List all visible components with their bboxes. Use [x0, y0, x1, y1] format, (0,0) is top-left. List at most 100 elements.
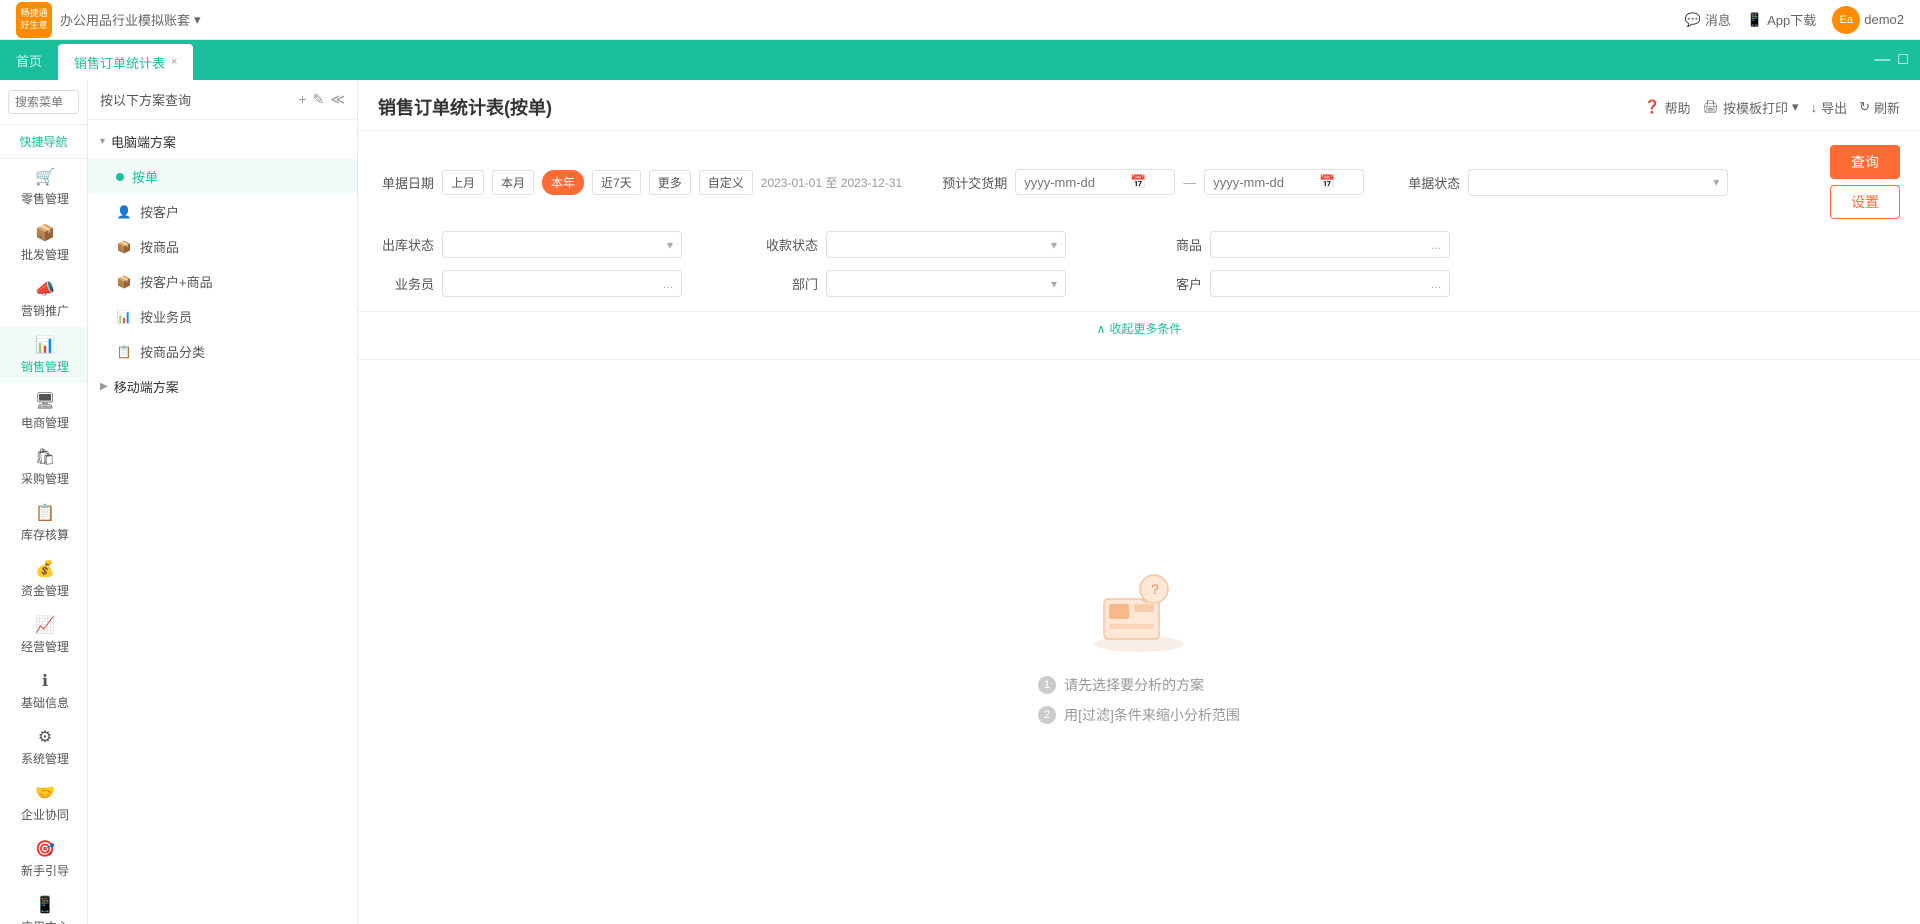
- search-input[interactable]: [8, 90, 79, 114]
- order-status-label: 单据状态: [1404, 173, 1460, 192]
- scheme-item-by-order[interactable]: 按单: [88, 159, 357, 194]
- goods-more[interactable]: ...: [1423, 238, 1449, 252]
- customer-group: 客户 ...: [1146, 270, 1450, 297]
- date-last7-btn[interactable]: 近7天: [592, 170, 641, 195]
- date-this-month-btn[interactable]: 本月: [492, 170, 534, 195]
- export-btn[interactable]: ↓ 导出: [1811, 98, 1848, 117]
- goods-input[interactable]: [1211, 232, 1423, 257]
- calendar-end-icon: 📅: [1319, 174, 1335, 190]
- filter-row-2: 出库状态 ▾ 收款状态 ▾ 商品: [378, 231, 1900, 258]
- sidebar-item-management[interactable]: 📈 经营管理: [0, 607, 87, 663]
- date-last-month-btn[interactable]: 上月: [442, 170, 484, 195]
- expected-date-start[interactable]: 📅: [1015, 169, 1175, 195]
- sidebar-item-basic[interactable]: ℹ 基础信息: [0, 663, 87, 719]
- date-custom-btn[interactable]: 自定义: [699, 170, 753, 195]
- sidebar-item-label: 应用中心: [21, 918, 69, 924]
- ship-status-dropdown[interactable]: ▾: [442, 231, 682, 258]
- finance-icon: 💰: [35, 559, 55, 579]
- filter-row-3: 业务员 ... 部门 ▾ 客户: [378, 270, 1900, 297]
- scheme-item-by-customer[interactable]: 👤 按客户: [88, 194, 357, 229]
- collapse-panel-icon[interactable]: ≪: [330, 91, 345, 108]
- scheme-label: 按单: [132, 167, 158, 186]
- salesman-input[interactable]: [443, 271, 655, 296]
- search-btn[interactable]: 查询: [1830, 145, 1900, 179]
- user-menu[interactable]: Ea demo2: [1832, 6, 1904, 34]
- tab-sales-order[interactable]: 销售订单统计表 ×: [58, 44, 193, 80]
- sidebar-item-collab[interactable]: 🤝 企业协同: [0, 775, 87, 831]
- sidebar-item-sales[interactable]: 📊 销售管理: [0, 327, 87, 383]
- tab-maximize-icon[interactable]: □: [1898, 51, 1908, 69]
- scheme-item-by-goods[interactable]: 📦 按商品: [88, 229, 357, 264]
- message-btn[interactable]: 💬 消息: [1685, 10, 1731, 29]
- app-logo: 畅捷通 好生意: [16, 2, 52, 38]
- sidebar-item-system[interactable]: ⚙ 系统管理: [0, 719, 87, 775]
- sidebar-item-label: 零售管理: [21, 190, 69, 207]
- sales-icon: 📊: [35, 335, 55, 355]
- sidebar-item-label: 营销推广: [21, 302, 69, 319]
- tab-minimize-icon[interactable]: —: [1874, 51, 1890, 69]
- customer-more[interactable]: ...: [1423, 277, 1449, 291]
- customer-dropdown[interactable]: ...: [1210, 270, 1450, 297]
- mobile-scheme-group-title[interactable]: ▶ 移动端方案: [88, 369, 357, 404]
- customer-input[interactable]: [1211, 271, 1423, 296]
- sidebar-item-guide[interactable]: 🎯 新手引导: [0, 831, 87, 887]
- sidebar-item-finance[interactable]: 💰 资金管理: [0, 551, 87, 607]
- scheme-item-by-salesman[interactable]: 📊 按业务员: [88, 299, 357, 334]
- date-range-text: 2023-01-01 至 2023-12-31: [761, 174, 902, 191]
- salesman-more[interactable]: ...: [655, 277, 681, 291]
- sidebar-item-label: 企业协同: [21, 806, 69, 823]
- order-status-input[interactable]: [1469, 170, 1705, 195]
- edit-scheme-icon[interactable]: ✎: [313, 91, 325, 108]
- salesman-dropdown[interactable]: ...: [442, 270, 682, 297]
- sidebar-item-appcenter[interactable]: 📱 应用中心: [0, 887, 87, 924]
- add-scheme-icon[interactable]: +: [298, 91, 306, 108]
- customer-label: 客户: [1146, 274, 1202, 293]
- expected-date-end-input[interactable]: [1213, 175, 1313, 190]
- sidebar-item-inventory[interactable]: 📋 库存核算: [0, 495, 87, 551]
- expected-date-end[interactable]: 📅: [1204, 169, 1364, 195]
- date-this-year-btn[interactable]: 本年: [542, 170, 584, 195]
- department-input[interactable]: [827, 271, 1043, 296]
- tab-home[interactable]: 首页: [0, 40, 58, 80]
- sidebar-item-ecommerce[interactable]: 🖥 电商管理: [0, 383, 87, 439]
- scheme-item-by-category[interactable]: 📋 按商品分类: [88, 334, 357, 369]
- sidebar-item-wholesale[interactable]: 📦 批发管理: [0, 215, 87, 271]
- date-more-btn[interactable]: 更多: [649, 170, 691, 195]
- tab-home-label: 首页: [16, 51, 42, 70]
- order-status-dropdown[interactable]: ▾: [1468, 169, 1728, 196]
- salesman-group: 业务员 ...: [378, 270, 682, 297]
- sidebar-item-purchase[interactable]: 🛍 采购管理: [0, 439, 87, 495]
- pc-scheme-group-title[interactable]: ▾ 电脑端方案: [88, 124, 357, 159]
- collection-status-dropdown[interactable]: ▾: [826, 231, 1066, 258]
- expected-date-start-input[interactable]: [1024, 175, 1124, 190]
- scheme-label: 按客户: [140, 202, 179, 221]
- goods-dropdown[interactable]: ...: [1210, 231, 1450, 258]
- scheme-item-by-customer-goods[interactable]: 📦 按客户+商品: [88, 264, 357, 299]
- sidebar-item-label: 批发管理: [21, 246, 69, 263]
- tab-close-icon[interactable]: ×: [171, 56, 177, 68]
- sidebar-item-marketing[interactable]: 📣 营销推广: [0, 271, 87, 327]
- basic-icon: ℹ: [42, 671, 48, 691]
- sidebar-item-label: 新手引导: [21, 862, 69, 879]
- appcenter-icon: 📱: [35, 895, 55, 915]
- collection-status-group: 收款状态 ▾: [762, 231, 1066, 258]
- department-dropdown[interactable]: ▾: [826, 270, 1066, 297]
- refresh-btn[interactable]: ↻ 刷新: [1859, 98, 1900, 117]
- collection-status-input[interactable]: [827, 232, 1043, 257]
- app-download-btn[interactable]: 📱 App下载: [1747, 10, 1816, 29]
- export-icon: ↓: [1811, 100, 1818, 115]
- content-area: 按以下方案查询 + ✎ ≪ ▾ 电脑端方案 按单: [88, 80, 1920, 924]
- print-btn[interactable]: 🖨 按模板打印 ▾: [1703, 98, 1799, 117]
- help-btn[interactable]: ❓ 帮助: [1644, 98, 1690, 117]
- sidebar-search-container: [0, 80, 87, 125]
- mobile-group-arrow: ▶: [100, 381, 108, 392]
- app-selector[interactable]: 办公用品行业模拟账套 ▾: [60, 10, 201, 29]
- collapse-bar[interactable]: ∧ 收起更多条件: [358, 311, 1920, 345]
- purchase-icon: 🛍: [35, 447, 55, 467]
- sidebar-item-retail[interactable]: 🛒 零售管理: [0, 159, 87, 215]
- settings-btn[interactable]: 设置: [1830, 185, 1900, 219]
- date-label: 单据日期: [378, 173, 434, 192]
- sidebar-shortcut[interactable]: 快捷导航: [0, 125, 87, 159]
- print-arrow: ▾: [1792, 99, 1799, 115]
- ship-status-input[interactable]: [443, 232, 659, 257]
